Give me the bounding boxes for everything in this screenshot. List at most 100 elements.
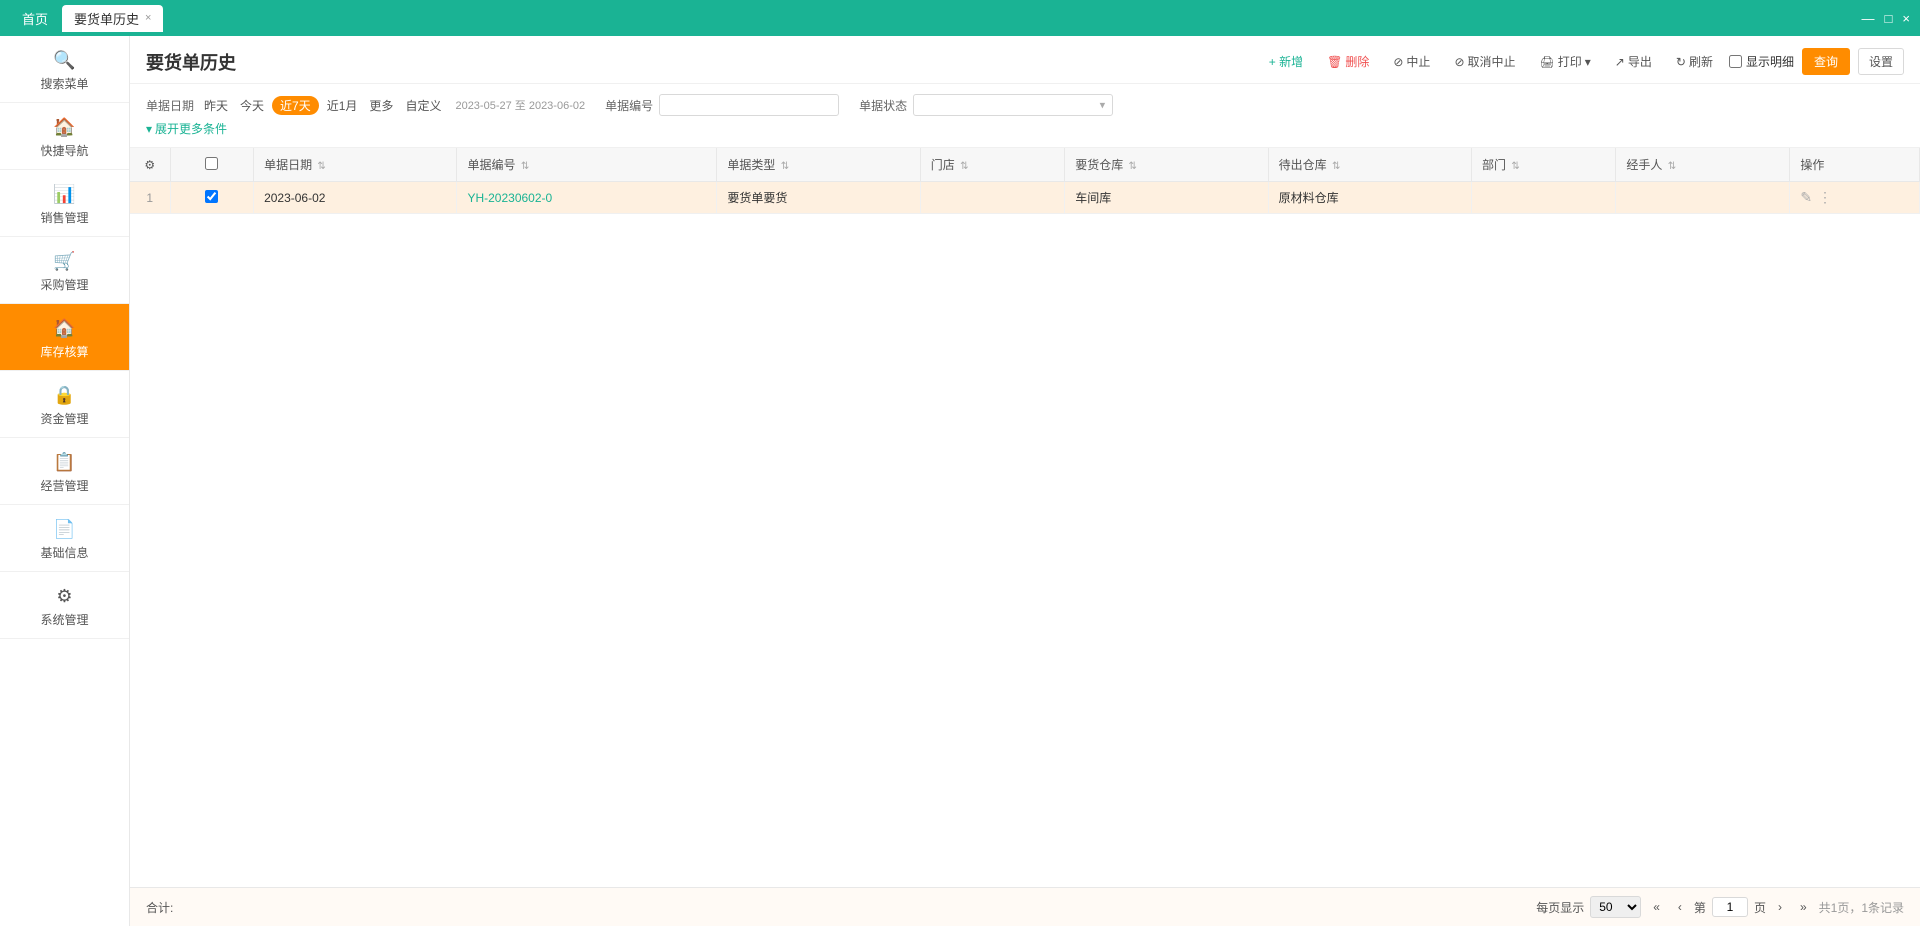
cancel-stop-button[interactable]: ⊘ 取消中止 — [1446, 49, 1523, 74]
select-all-checkbox[interactable] — [205, 157, 218, 170]
window-maximize[interactable]: □ — [1885, 11, 1893, 26]
date-btn-1month[interactable]: 近1月 — [323, 96, 362, 115]
operations-icon: 📋 — [53, 452, 75, 473]
chevron-down-icon: ▾ — [146, 122, 152, 136]
prev-page-btn[interactable]: ‹ — [1672, 898, 1688, 916]
sidebar-item-search[interactable]: 🔍 搜索菜单 — [0, 36, 129, 103]
data-table: ⚙ 单据日期 ⇅ 单据编号 ⇅ — [130, 148, 1920, 214]
sidebar-item-finance[interactable]: 🔒 资金管理 — [0, 371, 129, 438]
system-icon: ⚙ — [56, 586, 72, 607]
col-order-type: 单据类型 ⇅ — [717, 148, 920, 182]
table-body: 1 2023-06-02 YH-20230602-0 要货单要货 车间库 — [130, 182, 1920, 214]
sidebar-item-purchase[interactable]: 🛒 采购管理 — [0, 237, 129, 304]
sort-store-icon[interactable]: ⇅ — [960, 161, 968, 172]
stop-button[interactable]: ⊘ 中止 — [1385, 49, 1438, 74]
print-button[interactable]: 🖨 打印 ▾ — [1532, 49, 1599, 74]
sort-pendingwarehouse-icon[interactable]: ⇅ — [1332, 161, 1340, 172]
filter-status-label: 单据状态 — [859, 97, 907, 114]
next-page-btn[interactable]: › — [1772, 898, 1788, 916]
col-dept: 部门 ⇅ — [1472, 148, 1616, 182]
table-footer: 合计: 每页显示 50 100 200 « ‹ 第 页 › » 共1页，1条记录 — [130, 887, 1920, 926]
new-button[interactable]: + 新增 — [1261, 49, 1311, 74]
sort-reqwarehouse-icon[interactable]: ⇅ — [1129, 161, 1137, 172]
sidebar-item-operations[interactable]: 📋 经营管理 — [0, 438, 129, 505]
per-page-select[interactable]: 50 100 200 — [1590, 896, 1641, 918]
page-number-input[interactable] — [1712, 897, 1748, 917]
window-controls: — □ × — [1862, 11, 1910, 26]
sidebar-item-purchase-label: 采购管理 — [40, 276, 88, 293]
row-handler — [1616, 182, 1790, 214]
sidebar: 🔍 搜索菜单 🏠 快捷导航 📊 销售管理 🛒 采购管理 🏠 库存核算 🔒 资金管… — [0, 36, 130, 926]
col-pending-warehouse: 待出仓库 ⇅ — [1268, 148, 1471, 182]
table-row: 1 2023-06-02 YH-20230602-0 要货单要货 车间库 — [130, 182, 1920, 214]
export-icon: ↗ — [1615, 55, 1625, 69]
window-close[interactable]: × — [1902, 11, 1910, 26]
row-action: ✎ ⋮ — [1790, 182, 1920, 214]
tab-requisition-history[interactable]: 要货单历史 × — [62, 5, 163, 32]
query-button[interactable]: 查询 — [1802, 48, 1850, 75]
date-btn-yesterday[interactable]: 昨天 — [200, 96, 232, 115]
first-page-btn[interactable]: « — [1647, 898, 1666, 916]
tab-close-icon[interactable]: × — [145, 12, 151, 24]
delete-button[interactable]: 🗑 删除 — [1319, 49, 1377, 74]
sort-orderno-icon[interactable]: ⇅ — [521, 161, 529, 172]
date-btn-today[interactable]: 今天 — [236, 96, 268, 115]
sort-ordertype-icon[interactable]: ⇅ — [781, 161, 789, 172]
stop-label: 中止 — [1406, 53, 1430, 70]
settings-button[interactable]: 设置 — [1858, 48, 1904, 75]
last-page-btn[interactable]: » — [1794, 898, 1813, 916]
filter-status: 单据状态 — [859, 94, 1113, 116]
row-req-warehouse: 车间库 — [1065, 182, 1268, 214]
window-minimize[interactable]: — — [1862, 11, 1875, 26]
row-checkbox[interactable] — [205, 190, 218, 203]
table-area: ⚙ 单据日期 ⇅ 单据编号 ⇅ — [130, 148, 1920, 887]
export-button[interactable]: ↗ 导出 — [1607, 49, 1660, 74]
more-icon[interactable]: ⋮ — [1818, 189, 1832, 206]
home-icon: 🏠 — [53, 117, 75, 138]
sidebar-item-system-label: 系统管理 — [40, 611, 88, 628]
sidebar-item-system[interactable]: ⚙ 系统管理 — [0, 572, 129, 639]
sidebar-item-sales-label: 销售管理 — [40, 209, 88, 226]
sidebar-item-inventory[interactable]: 🏠 库存核算 — [0, 304, 129, 371]
row-order-no-link[interactable]: YH-20230602-0 — [467, 191, 552, 205]
sort-date-icon[interactable]: ⇅ — [317, 161, 325, 172]
row-date: 2023-06-02 — [254, 182, 457, 214]
col-date: 单据日期 ⇅ — [254, 148, 457, 182]
sidebar-item-sales[interactable]: 📊 销售管理 — [0, 170, 129, 237]
date-btn-custom[interactable]: 自定义 — [401, 96, 445, 115]
page-header: 要货单历史 + 新增 🗑 删除 ⊘ 中止 ⊘ 取消中止 — [130, 36, 1920, 84]
date-range-display: 2023-05-27 至 2023-06-02 — [455, 97, 585, 113]
filter-date-buttons: 昨天 今天 近7天 近1月 更多 自定义 — [200, 96, 445, 115]
filter-order-no-input[interactable] — [659, 94, 839, 116]
sidebar-item-basic-info-label: 基础信息 — [40, 544, 88, 561]
refresh-button[interactable]: ↻ 刷新 — [1668, 49, 1721, 74]
purchase-icon: 🛒 — [53, 251, 75, 272]
action-icons: ✎ ⋮ — [1800, 189, 1909, 206]
filter-date-label: 单据日期 — [146, 97, 194, 114]
sidebar-item-inventory-label: 库存核算 — [40, 343, 88, 360]
col-checkbox — [170, 148, 254, 182]
sort-handler-icon[interactable]: ⇅ — [1668, 161, 1676, 172]
filter-status-select[interactable] — [913, 94, 1113, 116]
col-store: 门店 ⇅ — [920, 148, 1064, 182]
finance-icon: 🔒 — [53, 385, 75, 406]
sidebar-item-quick-nav[interactable]: 🏠 快捷导航 — [0, 103, 129, 170]
sales-icon: 📊 — [53, 184, 75, 205]
date-btn-more[interactable]: 更多 — [365, 96, 397, 115]
expand-more-btn[interactable]: ▾ 展开更多条件 — [146, 120, 1904, 137]
basic-info-icon: 📄 — [53, 519, 75, 540]
sort-dept-icon[interactable]: ⇅ — [1511, 161, 1519, 172]
expand-more-label: 展开更多条件 — [155, 120, 227, 137]
date-btn-7days[interactable]: 近7天 — [272, 96, 319, 115]
filter-area: 单据日期 昨天 今天 近7天 近1月 更多 自定义 2023-05-27 至 2… — [130, 84, 1920, 148]
cancel-stop-icon: ⊘ — [1454, 55, 1464, 69]
edit-icon[interactable]: ✎ — [1800, 189, 1812, 206]
col-action: 操作 — [1790, 148, 1920, 182]
sidebar-item-basic-info[interactable]: 📄 基础信息 — [0, 505, 129, 572]
filter-order-no: 单据编号 — [605, 94, 839, 116]
tab-home[interactable]: 首页 — [10, 5, 60, 32]
show-detail-toggle[interactable]: 显示明细 — [1729, 53, 1794, 70]
show-detail-checkbox[interactable] — [1729, 55, 1742, 68]
col-settings[interactable]: ⚙ — [130, 148, 170, 182]
refresh-label: 刷新 — [1689, 53, 1713, 70]
